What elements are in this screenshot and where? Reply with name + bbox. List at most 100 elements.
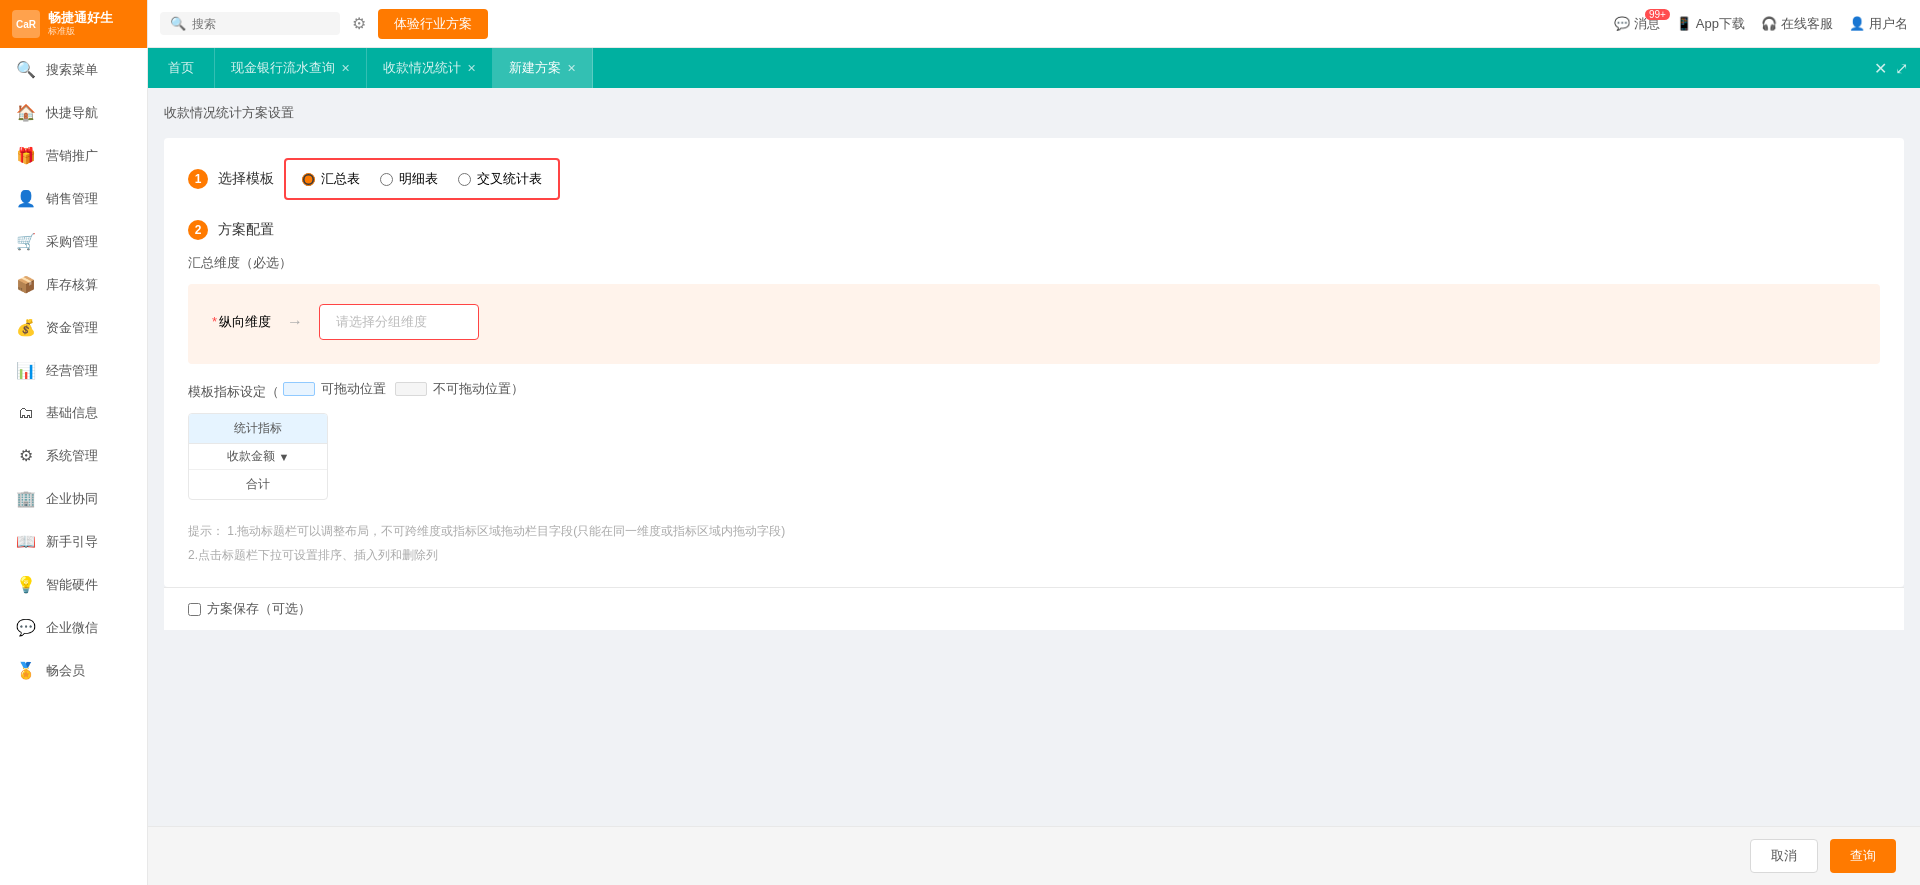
search-icon: 🔍 [170,16,186,31]
tip2: 2.点击标题栏下拉可设置排序、插入列和删除列 [188,543,1880,567]
online-service-label: 在线客服 [1781,15,1833,33]
sidebar-item-enterprise[interactable]: 🏢 企业协同 [0,477,147,520]
sidebar-item-label: 资金管理 [46,319,98,337]
sidebar-item-inventory[interactable]: 📦 库存核算 [0,263,147,306]
sidebar-item-label: 系统管理 [46,447,98,465]
required-marker: * [212,314,217,329]
sidebar-item-label: 经营管理 [46,362,98,380]
sidebar-item-search[interactable]: 🔍 搜索菜单 [0,48,147,91]
query-button[interactable]: 查询 [1830,839,1896,873]
tab-collection-close-icon[interactable]: ✕ [467,62,476,75]
sidebar-item-marketing[interactable]: 🎁 营销推广 [0,134,147,177]
template-radio-group: 汇总表 明细表 交叉统计表 [302,170,542,188]
radio-detail[interactable]: 明细表 [380,170,438,188]
sidebar-item-label: 快捷导航 [46,104,98,122]
money-icon: 💰 [16,318,36,337]
sidebar-item-wechat[interactable]: 💬 企业微信 [0,606,147,649]
sidebar-item-label: 新手引导 [46,533,98,551]
tab-new-plan-close-icon[interactable]: ✕ [567,62,576,75]
stat-section-label: 统计指标 [189,414,327,444]
folder-icon: 🗂 [16,404,36,422]
sidebar-item-label: 畅会员 [46,662,85,680]
app-download-button[interactable]: 📱 App下载 [1676,15,1745,33]
tips-area: 提示： 1.拖动标题栏可以调整布局，不可跨维度或指标区域拖动栏目字段(只能在同一… [188,519,1880,567]
cancel-button[interactable]: 取消 [1750,839,1818,873]
tab-collection-label: 收款情况统计 [383,59,461,77]
tab-collection[interactable]: 收款情况统计 ✕ [367,48,493,88]
username: 用户名 [1869,15,1908,33]
app-download-label: App下载 [1696,15,1745,33]
dimension-select[interactable]: 请选择分组维度 [319,304,479,340]
draggable-legend: 可拖动位置 [283,380,386,398]
dimension-area: *纵向维度 → 请选择分组维度 [188,284,1880,364]
step1-section: 1 选择模板 汇总表 明细表 [188,158,1880,200]
tabbar-right-buttons: ✕ ⤢ [1862,48,1920,88]
user-icon: 👤 [1849,16,1865,31]
download-icon: 📱 [1676,16,1692,31]
save-checkbox[interactable] [188,603,201,616]
tab-new-plan-label: 新建方案 [509,59,561,77]
sidebar-item-label: 智能硬件 [46,576,98,594]
user-info[interactable]: 👤 用户名 [1849,15,1908,33]
gear-icon: ⚙ [16,446,36,465]
tab-bank[interactable]: 现金银行流水查询 ✕ [215,48,367,88]
trial-button[interactable]: 体验行业方案 [378,9,488,39]
radio-summary[interactable]: 汇总表 [302,170,360,188]
tab-expand-icon[interactable]: ⤢ [1895,59,1908,78]
fixed-legend-label: 不可拖动位置） [433,380,524,398]
sidebar-logo: CaR 畅捷通好生 标准版 [0,0,147,48]
radio-cross[interactable]: 交叉统计表 [458,170,542,188]
main-area: 🔍 ⚙ 体验行业方案 💬 消息 99+ 📱 App下载 🎧 在线客服 👤 用户名 [148,0,1920,885]
tab-close-all-icon[interactable]: ✕ [1874,59,1887,78]
sidebar-item-smart-hw[interactable]: 💡 智能硬件 [0,563,147,606]
indicator-section: 模板指标设定（ 可拖动位置 不可拖动位置） 统计指标 [188,380,1880,503]
sidebar-item-quick-nav[interactable]: 🏠 快捷导航 [0,91,147,134]
home-icon: 🏠 [16,103,36,122]
step1-number: 1 [188,169,208,189]
topbar-search-box[interactable]: 🔍 [160,12,340,35]
tab-new-plan[interactable]: 新建方案 ✕ [493,48,593,88]
indicator-label: 模板指标设定（ 可拖动位置 不可拖动位置） [188,380,524,401]
step1-label: 选择模板 [218,170,274,188]
sidebar-item-finance[interactable]: 💰 资金管理 [0,306,147,349]
radio-cross-label: 交叉统计表 [477,170,542,188]
search-input[interactable] [192,17,312,31]
message-badge: 99+ [1645,9,1670,20]
sidebar-item-sales[interactable]: 👤 销售管理 [0,177,147,220]
step1-header: 1 选择模板 汇总表 明细表 [188,158,1880,200]
save-checkbox-label[interactable]: 方案保存（可选） [188,600,311,618]
sidebar-item-member[interactable]: 🏅 畅会员 [0,649,147,692]
indicator-header: 模板指标设定（ 可拖动位置 不可拖动位置） [188,380,1880,401]
tip1: 提示： 1.拖动标题栏可以调整布局，不可跨维度或指标区域拖动栏目字段(只能在同一… [188,519,1880,543]
arrow-icon: → [287,313,303,331]
tab-bank-close-icon[interactable]: ✕ [341,62,350,75]
stat-item-label: 收款金额 [227,448,275,465]
user-icon: 👤 [16,189,36,208]
tabbar: 首页 现金银行流水查询 ✕ 收款情况统计 ✕ 新建方案 ✕ ✕ ⤢ [148,48,1920,88]
fixed-legend-box [395,382,427,396]
stat-sub-row: 合计 [189,469,327,499]
save-label: 方案保存（可选） [207,600,311,618]
step2-section: 2 方案配置 汇总维度（必选） *纵向维度 → 请选择分组维度 模板指标设定 [188,220,1880,567]
tab-home[interactable]: 首页 [148,48,215,88]
online-service-button[interactable]: 🎧 在线客服 [1761,15,1833,33]
sidebar-item-operation[interactable]: 📊 经营管理 [0,349,147,392]
template-selection-box: 汇总表 明细表 交叉统计表 [284,158,560,200]
dimension-title: 汇总维度（必选） [188,254,1880,272]
vertical-label: 纵向维度 [219,314,271,329]
stat-item-row[interactable]: 收款金额 ▼ [189,444,327,469]
cart-icon: 🛒 [16,232,36,251]
sidebar-item-label: 搜索菜单 [46,61,98,79]
sidebar-item-purchase[interactable]: 🛒 采购管理 [0,220,147,263]
sidebar-item-base[interactable]: 🗂 基础信息 [0,392,147,434]
settings-icon[interactable]: ⚙ [352,14,366,33]
sidebar-item-label: 销售管理 [46,190,98,208]
sidebar-item-label: 企业微信 [46,619,98,637]
sidebar-item-system[interactable]: ⚙ 系统管理 [0,434,147,477]
message-button[interactable]: 💬 消息 99+ [1614,15,1660,33]
bottom-section: 方案保存（可选） [164,587,1904,630]
sidebar-item-guide[interactable]: 📖 新手引导 [0,520,147,563]
sidebar-item-label: 企业协同 [46,490,98,508]
sidebar-item-label: 库存核算 [46,276,98,294]
main-card: 1 选择模板 汇总表 明细表 [164,138,1904,587]
